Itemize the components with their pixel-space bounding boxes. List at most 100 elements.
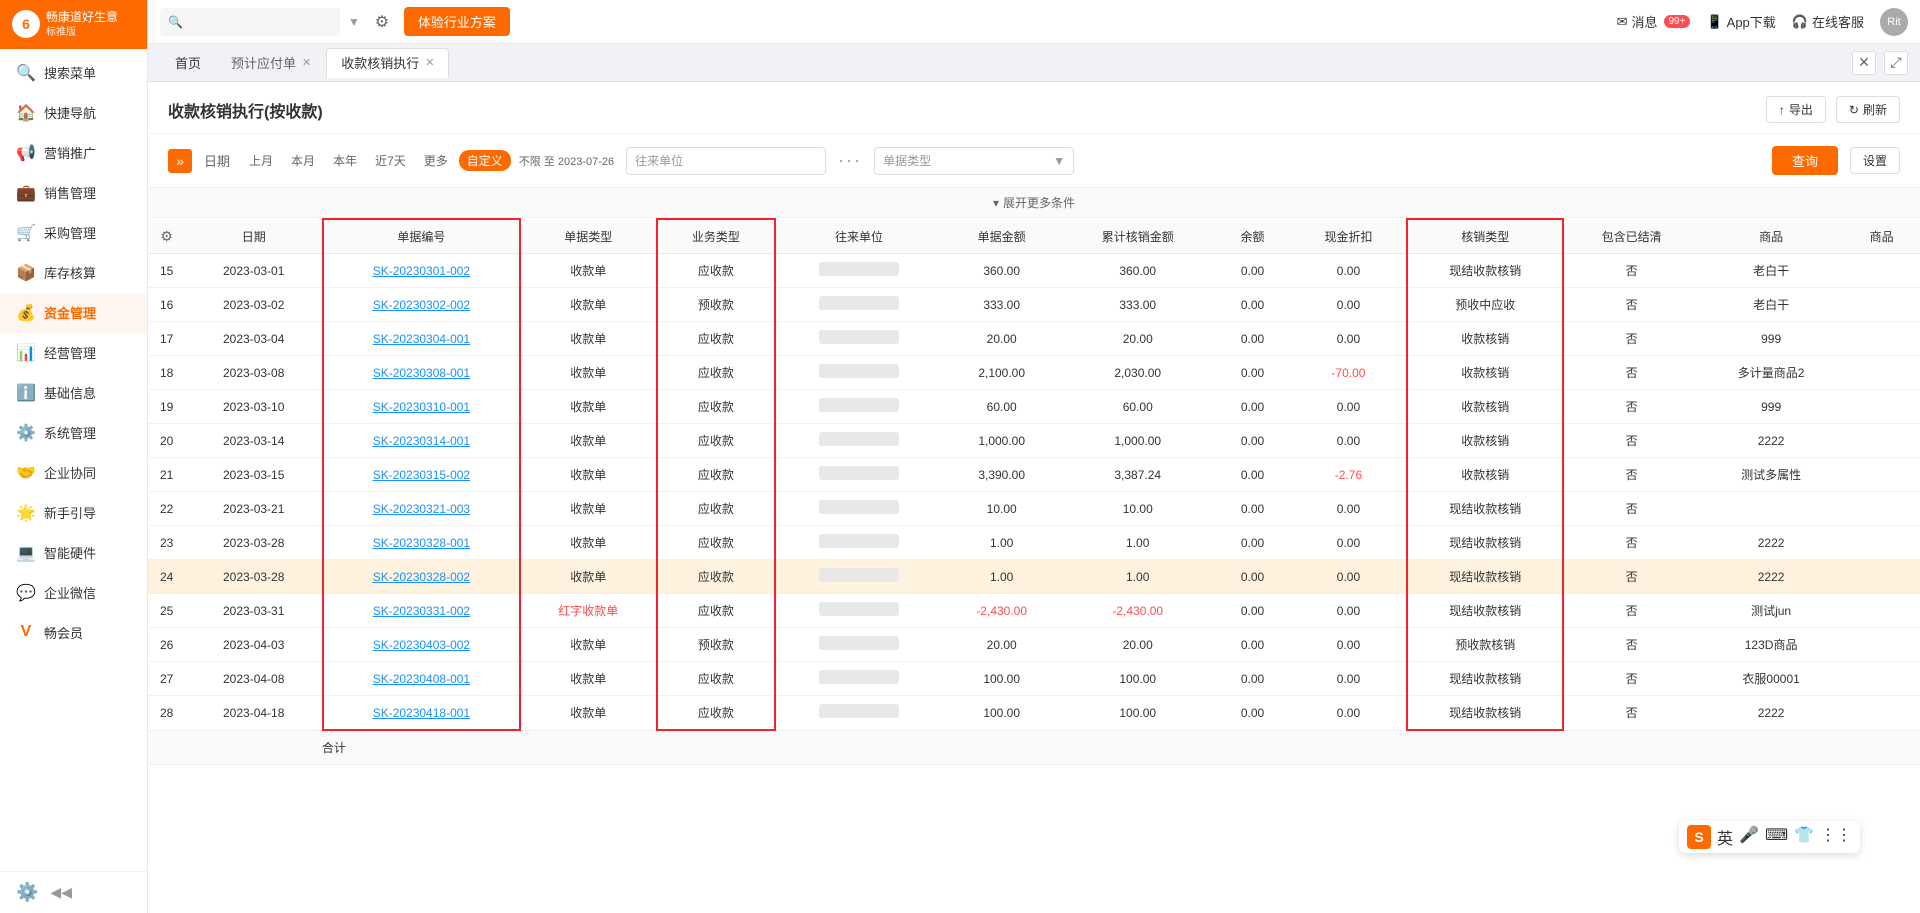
cell-date: 2023-03-02 [185,288,323,322]
solution-button[interactable]: 体验行业方案 [404,7,510,36]
wechat-icon: 💬 [16,583,36,603]
bill-no-link[interactable]: SK-20230403-002 [373,638,470,652]
cell-unit [775,696,942,731]
filter-toggle-button[interactable]: » [168,149,192,173]
cell-amount: 100.00 [942,696,1061,731]
tab-prepay-close[interactable]: ✕ [302,56,311,69]
sidebar-item-member[interactable]: V 畅会员 [0,613,147,652]
sidebar-item-wechat[interactable]: 💬 企业微信 [0,573,147,613]
date-custom[interactable]: 自定义 [459,150,511,171]
bill-no-link[interactable]: SK-20230308-001 [373,366,470,380]
sidebar-item-sales[interactable]: 💼 销售管理 [0,173,147,213]
cell-bill-no: SK-20230328-001 [323,526,520,560]
sidebar-item-operations[interactable]: 📊 经营管理 [0,333,147,373]
date-last-month[interactable]: 上月 [242,149,280,172]
settings-icon[interactable]: ⚙️ [16,882,38,903]
topbar-dropdown-icon[interactable]: ▼ [348,15,360,29]
cell-date: 2023-03-28 [185,560,323,594]
headset-icon: 🎧 [1792,14,1808,30]
online-support-button[interactable]: 🎧 在线客服 [1792,12,1864,31]
cell-product1: 123D商品 [1699,628,1844,662]
bill-no-link[interactable]: SK-20230328-001 [373,536,470,550]
sidebar-item-system[interactable]: ⚙️ 系统管理 [0,413,147,453]
sidebar-item-guide[interactable]: 🌟 新手引导 [0,493,147,533]
cell-balance: 0.00 [1214,288,1291,322]
tab-close-button[interactable]: ✕ [1852,51,1876,75]
bill-no-link[interactable]: SK-20230301-002 [373,264,470,278]
table-row: 15 2023-03-01 SK-20230301-002 收款单 应收款 36… [148,254,1920,288]
bill-no-link[interactable]: SK-20230314-001 [373,434,470,448]
filter-dots: ··· [838,150,862,171]
messages-button[interactable]: ✉ 消息 99+ [1617,12,1691,31]
table-row: 24 2023-03-28 SK-20230328-002 收款单 应收款 1.… [148,560,1920,594]
footer-balance [1214,730,1291,765]
cell-no: 25 [148,594,185,628]
cell-date: 2023-04-18 [185,696,323,731]
cell-amount: 20.00 [942,322,1061,356]
sidebar-item-purchase[interactable]: 🛒 采购管理 [0,213,147,253]
bill-no-link[interactable]: SK-20230331-002 [373,604,470,618]
date-this-year[interactable]: 本年 [326,149,364,172]
cell-balance: 0.00 [1214,356,1291,390]
bill-no-link[interactable]: SK-20230418-001 [373,706,470,720]
sidebar-item-hardware[interactable]: 💻 智能硬件 [0,533,147,573]
topbar-gear-icon[interactable]: ⚙ [368,8,396,36]
date-more[interactable]: 更多 [417,149,455,172]
bill-no-link[interactable]: SK-20230315-002 [373,468,470,482]
query-button[interactable]: 查询 [1772,146,1838,175]
sidebar-item-search[interactable]: 🔍 搜索菜单 [0,53,147,93]
bill-no-link[interactable]: SK-20230302-002 [373,298,470,312]
bill-no-link[interactable]: SK-20230321-003 [373,502,470,516]
cell-date: 2023-03-01 [185,254,323,288]
tab-expand-button[interactable]: ⤢ [1884,51,1908,75]
refresh-button[interactable]: ↻ 刷新 [1836,96,1900,123]
cell-verify-type: 收款核销 [1407,356,1563,390]
sidebar-item-inventory[interactable]: 📦 库存核算 [0,253,147,293]
cell-balance: 0.00 [1214,424,1291,458]
sidebar-item-marketing[interactable]: 📢 营销推广 [0,133,147,173]
col-balance-header: 余额 [1214,219,1291,254]
table-footer-row: 合计 [148,730,1920,765]
tab-collection-close[interactable]: ✕ [425,56,434,69]
table-row: 20 2023-03-14 SK-20230314-001 收款单 应收款 1,… [148,424,1920,458]
home-icon: 🏠 [16,103,36,123]
type-filter[interactable]: 单据类型 ▼ [874,147,1074,175]
cell-bill-type: 收款单 [520,696,657,731]
sidebar-item-capital[interactable]: 💰 资金管理 [0,293,147,333]
expand-conditions-button[interactable]: ▾ 展开更多条件 [993,194,1075,211]
bill-no-link[interactable]: SK-20230408-001 [373,672,470,686]
user-avatar[interactable]: Rit [1880,8,1908,36]
col-settings-header[interactable]: ⚙ [148,219,185,254]
sidebar-item-enterprise[interactable]: 🤝 企业协同 [0,453,147,493]
cell-include: 否 [1563,288,1699,322]
app-download-button[interactable]: 📱 App下载 [1706,12,1775,31]
table-row: 28 2023-04-18 SK-20230418-001 收款单 应收款 10… [148,696,1920,731]
inventory-icon: 📦 [16,263,36,283]
cell-accum: 1.00 [1061,526,1214,560]
cell-verify-type: 现结收款核销 [1407,662,1563,696]
col-verify-type-header: 核销类型 [1407,219,1563,254]
tab-collection[interactable]: 收款核销执行 ✕ [326,48,449,78]
footer-biz-type [657,730,775,765]
table-gear-icon[interactable]: ⚙ [160,228,173,244]
col-biz-type-header: 业务类型 [657,219,775,254]
bill-no-link[interactable]: SK-20230310-001 [373,400,470,414]
tab-prepay[interactable]: 预计应付单 ✕ [216,48,326,78]
cell-bill-type: 收款单 [520,458,657,492]
bill-no-link[interactable]: SK-20230328-002 [373,570,470,584]
sidebar-item-basic[interactable]: ℹ️ 基础信息 [0,373,147,413]
sidebar-item-quick-nav[interactable]: 🏠 快捷导航 [0,93,147,133]
date-7days[interactable]: 近7天 [368,149,413,172]
filter-setting-button[interactable]: 设置 [1850,147,1900,174]
cell-date: 2023-03-21 [185,492,323,526]
bill-no-link[interactable]: SK-20230304-001 [373,332,470,346]
cell-discount: 0.00 [1291,254,1407,288]
unit-filter[interactable]: 往来单位 [626,147,826,175]
topbar-search[interactable]: 🔍 [160,8,340,36]
cell-unit [775,662,942,696]
tab-home[interactable]: 首页 [160,48,216,78]
date-this-month[interactable]: 本月 [284,149,322,172]
cell-no: 17 [148,322,185,356]
collapse-icon[interactable]: ◀◀ [50,884,72,901]
export-button[interactable]: ↑ 导出 [1766,96,1826,123]
